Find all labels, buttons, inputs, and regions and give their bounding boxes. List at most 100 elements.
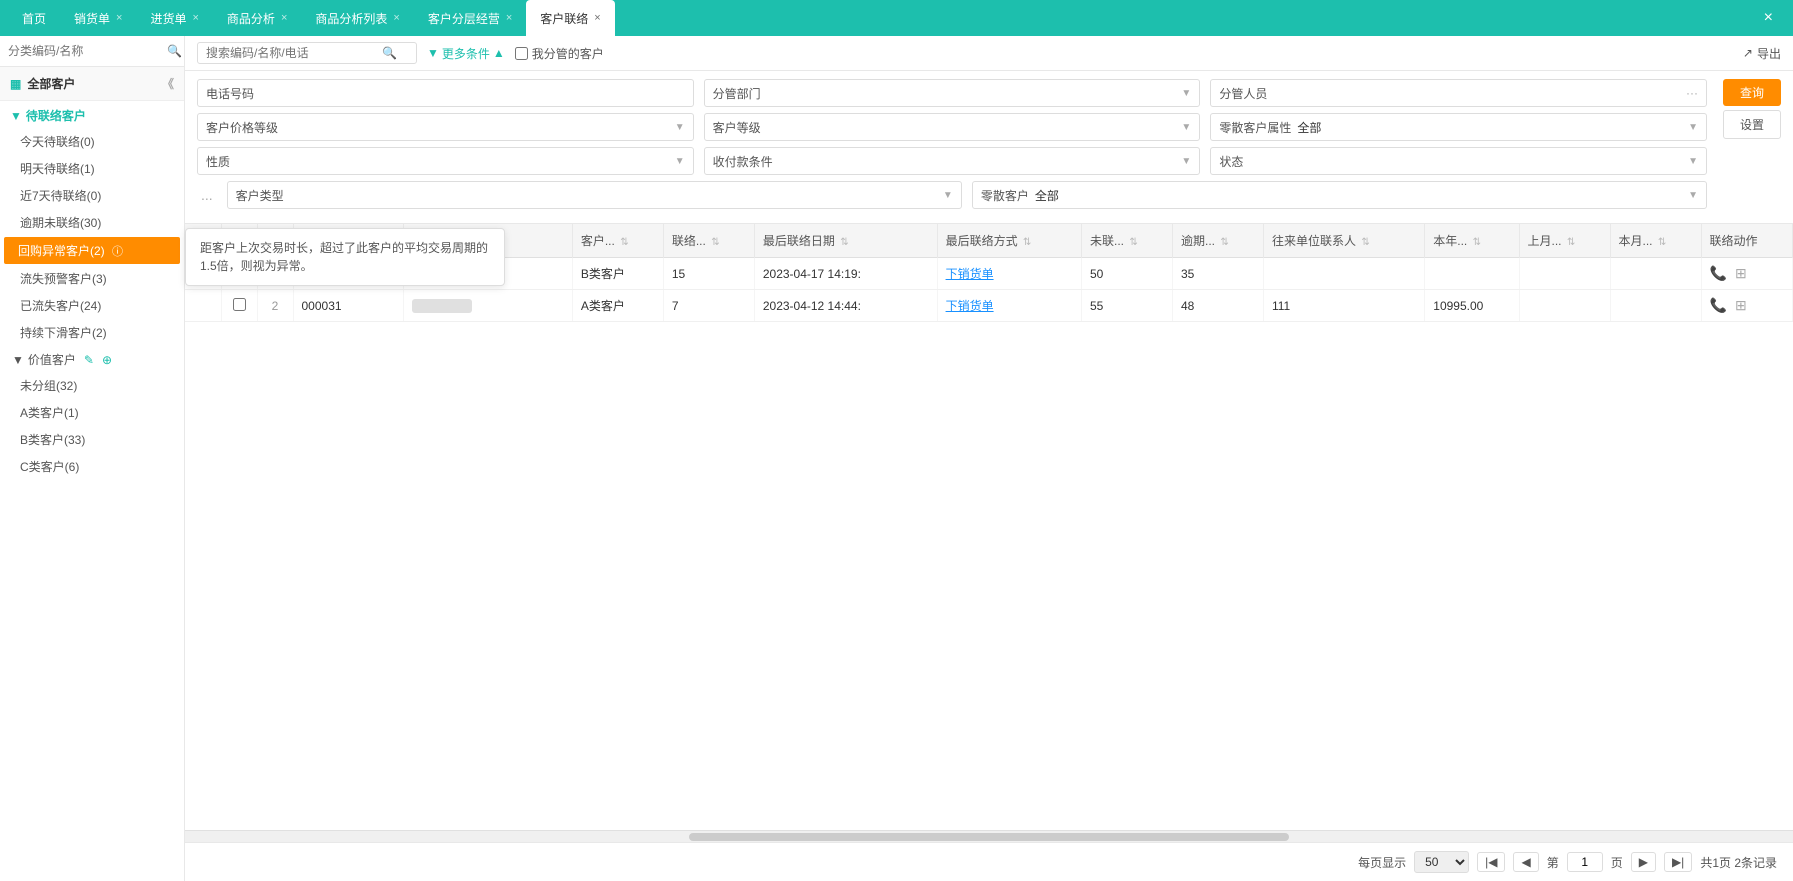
my-customers-checkbox[interactable] [515, 47, 528, 60]
filter-field-person[interactable]: 分管人员 ··· [1210, 79, 1707, 107]
page-number-input[interactable] [1567, 852, 1603, 872]
sidebar-item-churn-warning[interactable]: 流失预警客户(3) [0, 265, 184, 292]
phone-icon[interactable]: 📞 [1710, 265, 1727, 282]
filter-action-buttons: 查询 设置 [1723, 79, 1781, 139]
sort-icon-3[interactable]: ⇅ [620, 237, 628, 248]
filter-field-price-level[interactable]: 客户价格等级 ▼ [197, 113, 694, 141]
my-customers-filter[interactable]: 我分管的客户 [515, 45, 604, 62]
th-this-year[interactable]: 本年... ⇅ [1425, 224, 1519, 258]
filter-row-2: 客户价格等级 ▼ 客户等级 ▼ [197, 113, 1707, 141]
td-checkbox[interactable] [221, 290, 257, 322]
sidebar-item-ungroup[interactable]: 未分组(32) [0, 372, 184, 399]
nav-item-customer-contact[interactable]: 客户联络 × [526, 0, 614, 36]
td-last-contact-method[interactable]: 下销货单 [937, 258, 1081, 290]
export-button[interactable]: ↗ 导出 [1743, 45, 1781, 62]
table-row: 2 000031 A类客户 7 2023-04-12 14:44: 下销货单 5… [185, 290, 1793, 322]
sidebar-item-repurchase-abnormal[interactable]: 回购异常客户(2) ⓘ [4, 237, 180, 264]
sidebar-item-tomorrow[interactable]: 明天待联络(1) [0, 155, 184, 182]
sidebar-item-overdue[interactable]: 逾期未联络(30) [0, 209, 184, 236]
th-last-contact-method[interactable]: 最后联络方式 ⇅ [937, 224, 1081, 258]
sidebar-item-c-class[interactable]: C类客户(6) [0, 453, 184, 480]
th-last-contact-date[interactable]: 最后联络日期 ⇅ [754, 224, 937, 258]
sort-icon-4[interactable]: ⇅ [711, 237, 719, 248]
sidebar-item-7days[interactable]: 近7天待联络(0) [0, 182, 184, 209]
next-page-btn[interactable]: ▶ [1631, 852, 1656, 872]
sidebar-item-churned[interactable]: 已流失客户(24) [0, 292, 184, 319]
set-button[interactable]: 设置 [1723, 110, 1781, 139]
sort-icon-9[interactable]: ⇅ [1361, 237, 1369, 248]
th-this-month[interactable]: 本月... ⇅ [1610, 224, 1701, 258]
last-page-btn[interactable]: ▶| [1664, 852, 1692, 872]
sidebar-item-today[interactable]: 今天待联络(0) [0, 128, 184, 155]
nav-item-home[interactable]: 首页 [8, 0, 60, 36]
sort-icon-5[interactable]: ⇅ [840, 237, 848, 248]
nav-item-sales[interactable]: 销货单 × [60, 0, 136, 36]
triangle-icon-2: ▼ [12, 353, 24, 367]
close-icon[interactable]: × [594, 12, 600, 24]
th-contact[interactable]: 联络... ⇅ [663, 224, 754, 258]
grid-icon[interactable]: ⊞ [1735, 265, 1747, 282]
filter-field-pay-term[interactable]: 收付款条件 ▼ [704, 147, 1201, 175]
nav-item-product-list[interactable]: 商品分析列表 × [301, 0, 413, 36]
close-icon[interactable]: × [393, 12, 399, 24]
th-uncontacted[interactable]: 未联... ⇅ [1081, 224, 1172, 258]
nav-item-purchase[interactable]: 进货单 × [136, 0, 212, 36]
chevron-down-icon-3: ▼ [1181, 122, 1191, 133]
th-overdue[interactable]: 逾期... ⇅ [1172, 224, 1263, 258]
filter-field-gender[interactable]: 性质 ▼ [197, 147, 694, 175]
th-cust-type[interactable]: 客户... ⇅ [572, 224, 663, 258]
filter-search-icon[interactable]: 🔍 [382, 46, 397, 60]
td-last-contact-method[interactable]: 下销货单 [937, 290, 1081, 322]
sort-icon-11[interactable]: ⇅ [1567, 237, 1575, 248]
first-page-btn[interactable]: |◀ [1477, 852, 1505, 872]
sort-icon-10[interactable]: ⇅ [1473, 237, 1481, 248]
sidebar-group-pending[interactable]: ▼ 待联络客户 [0, 101, 184, 128]
edit-icon[interactable]: ✎ [84, 353, 94, 367]
filter-field-cust-type[interactable]: 客户类型 ▼ [227, 181, 962, 209]
scroll-thumb[interactable] [689, 833, 1289, 841]
close-all-button[interactable]: × [1752, 9, 1785, 27]
sidebar-item-a-class[interactable]: A类客户(1) [0, 399, 184, 426]
filter-field-scatter-cust[interactable]: 零散客户 全部 ▼ [972, 181, 1707, 209]
sort-icon-12[interactable]: ⇅ [1658, 237, 1666, 248]
sort-icon-8[interactable]: ⇅ [1220, 237, 1228, 248]
horizontal-scrollbar[interactable] [185, 830, 1793, 842]
sidebar-group-value[interactable]: ▼ 价值客户 ✎ ⊕ [0, 346, 184, 372]
filter-more-btn[interactable]: ▼ 更多条件 ▲ [427, 45, 505, 62]
nav-item-customer-tier[interactable]: 客户分层经营 × [414, 0, 526, 36]
add-icon[interactable]: ⊕ [102, 353, 112, 367]
nav-item-product-analysis[interactable]: 商品分析 × [213, 0, 301, 36]
chevron-down-icon-4: ▼ [1688, 122, 1698, 133]
filter-field-status[interactable]: 状态 ▼ [1210, 147, 1707, 175]
chevron-down-icon-9: ▼ [1688, 190, 1698, 201]
sidebar-all-customers[interactable]: ▦ 全部客户 《 [0, 67, 184, 101]
close-icon[interactable]: × [506, 12, 512, 24]
sort-icon-6[interactable]: ⇅ [1023, 237, 1031, 248]
grid-icon[interactable]: ⊞ [1735, 297, 1747, 314]
filter-field-level[interactable]: 客户等级 ▼ [704, 113, 1201, 141]
page-size-select[interactable]: 50 100 200 [1414, 851, 1469, 873]
sidebar-search-input[interactable] [8, 44, 163, 58]
close-icon[interactable]: × [116, 12, 122, 24]
sidebar-collapse-icon[interactable]: 《 [162, 75, 174, 92]
chevron-down-icon-2: ▼ [675, 122, 685, 133]
more-options-btn[interactable]: ... [197, 187, 217, 203]
filter-search-box: 🔍 [197, 42, 417, 64]
sidebar-search-icon[interactable]: 🔍 [167, 44, 182, 58]
contact-method-link[interactable]: 下销货单 [946, 299, 994, 313]
sidebar-item-b-class[interactable]: B类客户(33) [0, 426, 184, 453]
th-unit-contact[interactable]: 往来单位联系人 ⇅ [1263, 224, 1424, 258]
query-button[interactable]: 查询 [1723, 79, 1781, 106]
sort-icon-7[interactable]: ⇅ [1129, 237, 1137, 248]
prev-page-btn[interactable]: ◀ [1513, 852, 1538, 872]
sidebar-item-declining[interactable]: 持续下滑客户(2) [0, 319, 184, 346]
contact-method-link[interactable]: 下销货单 [946, 267, 994, 281]
close-icon[interactable]: × [281, 12, 287, 24]
phone-icon[interactable]: 📞 [1710, 297, 1727, 314]
filter-field-dept[interactable]: 分管部门 ▼ [704, 79, 1201, 107]
th-last-month[interactable]: 上月... ⇅ [1519, 224, 1610, 258]
filter-field-scatter-attr[interactable]: 零散客户属性 全部 ▼ [1210, 113, 1707, 141]
close-icon[interactable]: × [192, 12, 198, 24]
row-checkbox[interactable] [233, 298, 246, 311]
filter-search-input[interactable] [206, 46, 376, 60]
